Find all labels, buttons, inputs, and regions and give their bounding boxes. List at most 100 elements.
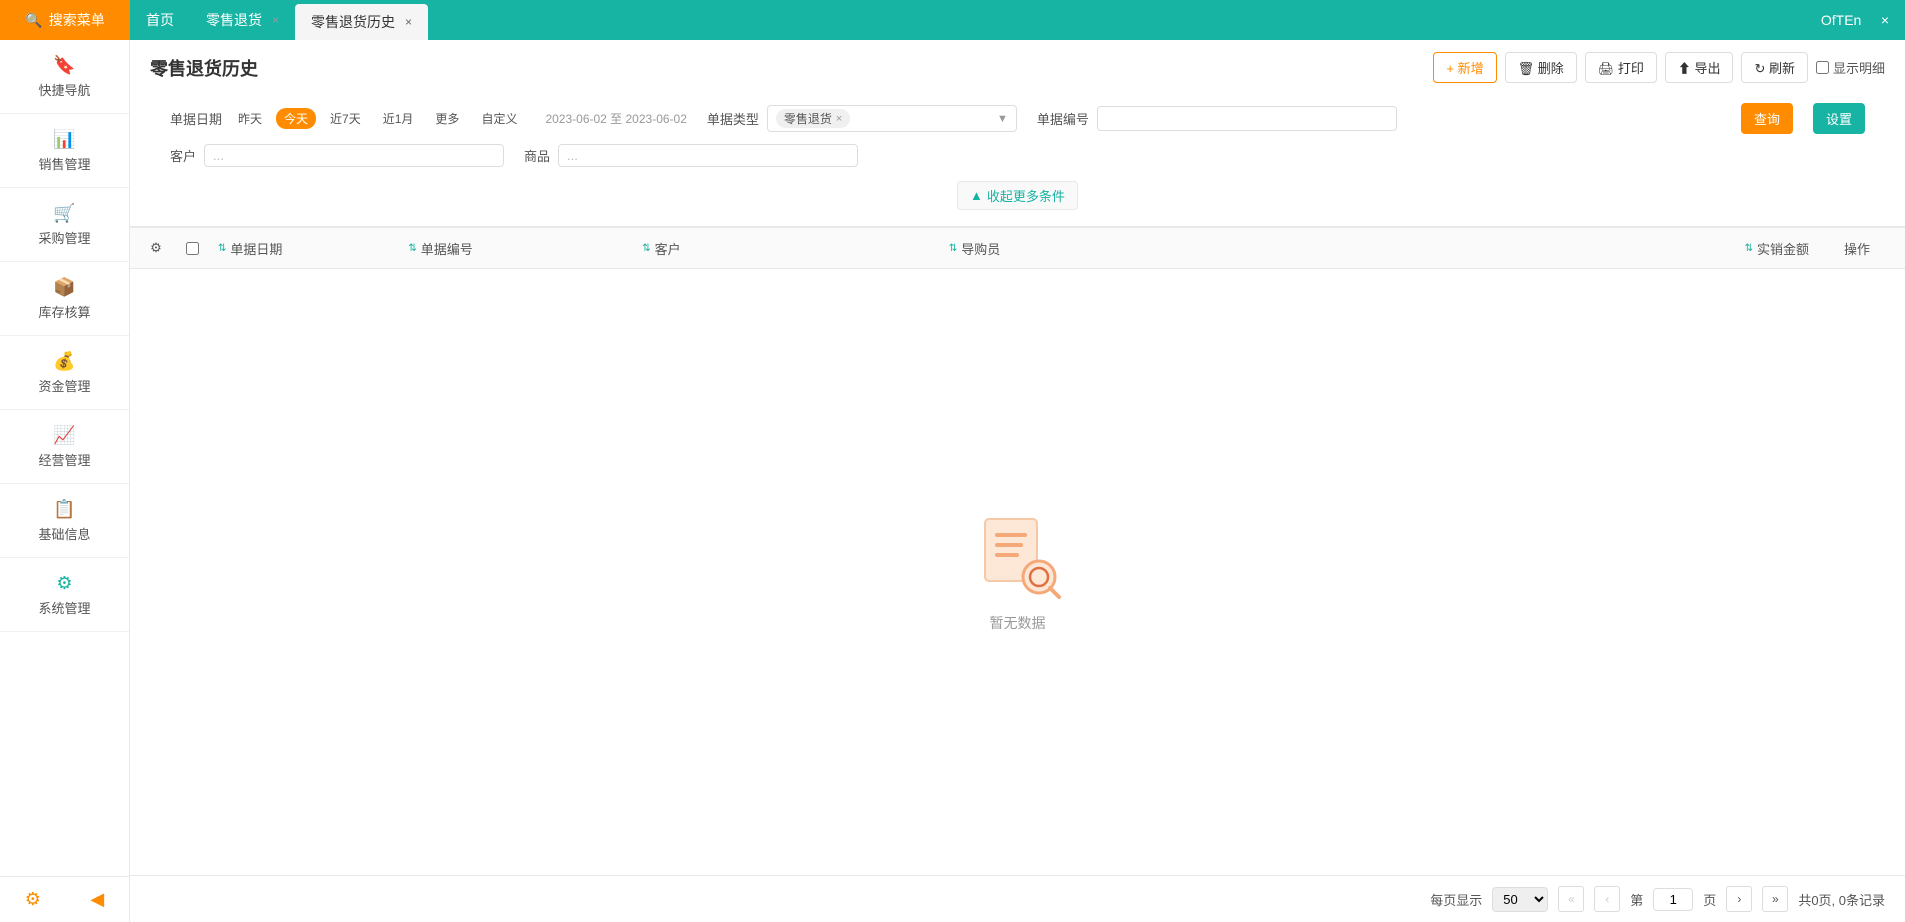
export-button[interactable]: ⬆ 导出 <box>1665 52 1734 83</box>
date-yesterday[interactable]: 昨天 <box>230 108 270 129</box>
next-page-btn[interactable]: › <box>1726 886 1752 912</box>
type-filter-label: 单据类型 <box>707 109 759 128</box>
sort-guide-icon[interactable]: ⇅ <box>949 243 957 254</box>
client-filter-item: 客户 ... <box>170 144 504 167</box>
type-tag-value: 零售退货 <box>784 110 832 127</box>
tab-retail-return-history[interactable]: 零售退货历史 × <box>295 4 428 40</box>
window-close-icon[interactable]: × <box>1881 12 1889 28</box>
sidebar-item-purchase[interactable]: 🛒 采购管理 <box>0 188 129 262</box>
basic-info-icon: 📋 <box>54 498 76 520</box>
client-filter-label: 客户 <box>170 146 196 165</box>
print-button[interactable]: 🖨 打印 <box>1585 52 1657 83</box>
quick-nav-icon: 🔖 <box>54 54 76 76</box>
delete-button[interactable]: 🗑 删除 <box>1505 52 1577 83</box>
sidebar-item-sales[interactable]: 📊 销售管理 <box>0 114 129 188</box>
th-client-label: 客户 <box>655 239 681 258</box>
sidebar-item-quick-nav[interactable]: 🔖 快捷导航 <box>0 40 129 114</box>
sidebar-item-basic-info-label: 基础信息 <box>38 524 90 543</box>
docnum-filter-label: 单据编号 <box>1037 109 1089 128</box>
date-today[interactable]: 今天 <box>276 108 316 129</box>
show-detail-toggle[interactable]: 显示明细 <box>1816 58 1885 77</box>
query-button[interactable]: 查询 <box>1741 103 1793 134</box>
date-7days[interactable]: 近7天 <box>322 108 369 129</box>
sidebar-item-system[interactable]: ⚙ 系统管理 <box>0 558 129 632</box>
show-detail-checkbox[interactable] <box>1816 61 1829 74</box>
tab-retail-return-close[interactable]: × <box>272 13 279 27</box>
sidebar-item-inventory[interactable]: 📦 库存核算 <box>0 262 129 336</box>
sort-date-icon[interactable]: ⇅ <box>218 243 226 254</box>
collapse-label: 收起更多条件 <box>987 186 1065 205</box>
sidebar-item-finance[interactable]: 💰 资金管理 <box>0 336 129 410</box>
tab-retail-return[interactable]: 零售退货 × <box>190 0 295 40</box>
search-menu-label: 搜索菜单 <box>49 10 105 30</box>
th-date: ⇅ 单据日期 <box>210 239 400 258</box>
docnum-input[interactable] <box>1097 106 1397 131</box>
last-page-btn[interactable]: » <box>1762 886 1788 912</box>
per-page-label: 每页显示 <box>1430 890 1482 909</box>
type-tag-close[interactable]: × <box>836 113 842 125</box>
sidebar-item-sales-label: 销售管理 <box>38 154 90 173</box>
operations-icon: 📈 <box>54 424 76 446</box>
sort-amount-icon[interactable]: ⇅ <box>1745 243 1753 254</box>
first-page-btn[interactable]: « <box>1558 886 1584 912</box>
th-client: ⇅ 客户 <box>634 239 941 258</box>
collapse-button[interactable]: ▲ 收起更多条件 <box>957 181 1078 210</box>
client-input-wrap[interactable]: ... <box>204 144 504 167</box>
page-label: 第 <box>1630 890 1643 909</box>
filter-area: 单据日期 昨天 今天 近7天 近1月 更多 自定义 2023-06-02 至 2… <box>150 93 1885 226</box>
finance-icon: 💰 <box>54 350 76 372</box>
sort-num-icon[interactable]: ⇅ <box>408 243 416 254</box>
filter-row-2: 客户 ... 商品 ... <box>170 144 1865 167</box>
table-header: ⚙ ⇅ 单据日期 ⇅ 单据编号 ⇅ 客户 ⇅ <box>130 227 1905 269</box>
th-num: ⇅ 单据编号 <box>400 239 634 258</box>
table-wrap: ⚙ ⇅ 单据日期 ⇅ 单据编号 ⇅ 客户 ⇅ <box>130 227 1905 875</box>
date-range-display: 2023-06-02 至 2023-06-02 <box>545 110 686 127</box>
sort-client-icon[interactable]: ⇅ <box>642 243 650 254</box>
page-input[interactable] <box>1653 888 1693 911</box>
th-check[interactable] <box>174 242 210 255</box>
th-guide-label: 导购员 <box>961 239 1000 258</box>
date-filter-label: 单据日期 <box>170 109 222 128</box>
th-settings[interactable]: ⚙ <box>138 240 174 256</box>
select-all-checkbox[interactable] <box>186 242 199 255</box>
total-text: 共0页, 0条记录 <box>1798 890 1885 909</box>
table-body: 暂无数据 <box>130 269 1905 875</box>
tab-home[interactable]: 首页 <box>130 0 190 40</box>
sidebar-item-operations[interactable]: 📈 经营管理 <box>0 410 129 484</box>
docnum-filter-item: 单据编号 <box>1037 106 1397 131</box>
type-tag: 零售退货 × <box>776 109 850 128</box>
collapse-sidebar-icon[interactable]: ◀ <box>90 889 104 910</box>
page-header: 零售退货历史 + 新增 🗑 删除 🖨 打印 ⬆ 导出 ↻ 刷新 显示明细 <box>130 40 1905 227</box>
th-num-label: 单据编号 <box>421 239 473 258</box>
sales-icon: 📊 <box>54 128 76 150</box>
tab-list: 首页 零售退货 × 零售退货历史 × <box>130 0 1821 40</box>
sidebar-item-basic-info[interactable]: 📋 基础信息 <box>0 484 129 558</box>
date-filter-buttons: 昨天 今天 近7天 近1月 更多 自定义 <box>230 108 525 129</box>
sidebar-item-quick-nav-label: 快捷导航 <box>38 80 90 99</box>
toolbar: + 新增 🗑 删除 🖨 打印 ⬆ 导出 ↻ 刷新 显示明细 <box>1433 52 1885 83</box>
date-custom[interactable]: 自定义 <box>473 108 525 129</box>
sidebar-item-system-label: 系统管理 <box>38 598 90 617</box>
goods-placeholder: ... <box>567 148 578 163</box>
collapse-row: ▲ 收起更多条件 <box>170 177 1865 216</box>
new-button[interactable]: + 新增 <box>1433 52 1496 83</box>
goods-filter-label: 商品 <box>524 146 550 165</box>
date-range-item: 2023-06-02 至 2023-06-02 <box>545 110 686 127</box>
tab-retail-return-history-close[interactable]: × <box>405 15 412 29</box>
goods-input-wrap[interactable]: ... <box>558 144 858 167</box>
prev-page-btn[interactable]: ‹ <box>1594 886 1620 912</box>
sidebar-item-operations-label: 经营管理 <box>38 450 90 469</box>
settings-bottom-icon[interactable]: ⚙ <box>25 889 41 910</box>
th-action-label: 操作 <box>1844 239 1870 258</box>
type-input-wrap[interactable]: 零售退货 × ▼ <box>767 105 1017 132</box>
sidebar-item-purchase-label: 采购管理 <box>38 228 90 247</box>
per-page-select[interactable]: 20 50 100 200 <box>1492 887 1548 912</box>
sidebar-bottom: ⚙ ◀ <box>0 876 129 922</box>
refresh-button[interactable]: ↻ 刷新 <box>1741 52 1808 83</box>
date-more[interactable]: 更多 <box>427 108 467 129</box>
th-guide: ⇅ 导购员 <box>941 239 1175 258</box>
setting-button[interactable]: 设置 <box>1813 103 1865 134</box>
date-1month[interactable]: 近1月 <box>375 108 422 129</box>
date-filter-item: 单据日期 昨天 今天 近7天 近1月 更多 自定义 <box>170 108 525 129</box>
search-menu-area[interactable]: 🔍 搜索菜单 <box>0 0 130 40</box>
